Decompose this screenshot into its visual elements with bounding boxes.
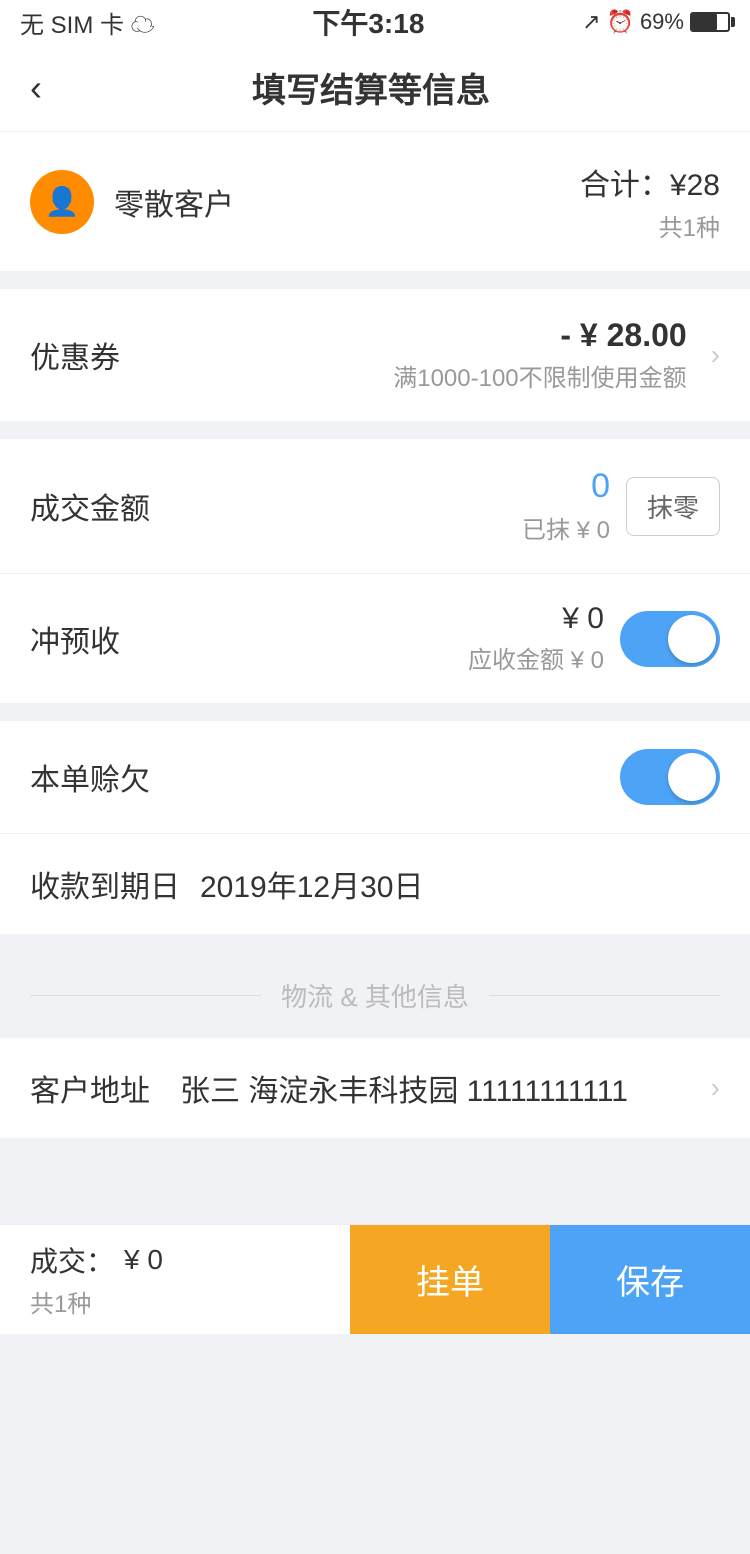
- battery-text: 69%: [640, 9, 684, 35]
- section-divider-5: [0, 1138, 750, 1154]
- coupon-section: 优惠券 - ¥ 28.00 满1000-100不限制使用金额 ›: [0, 289, 750, 421]
- alarm-icon: ⏰: [607, 9, 634, 35]
- customer-left: 👤 零散客户: [30, 170, 234, 234]
- coupon-right: - ¥ 28.00 满1000-100不限制使用金额 ›: [393, 317, 720, 393]
- customer-right: 合计：¥28 共1种: [580, 160, 720, 243]
- customer-name: 零散客户: [114, 180, 234, 224]
- bottom-info: 成交： ¥ 0 共1种: [0, 1225, 350, 1334]
- save-button[interactable]: 保存: [550, 1225, 750, 1334]
- nav-bar: ‹ 填写结算等信息: [0, 44, 750, 132]
- bottom-deal: 成交： ¥ 0: [30, 1240, 320, 1280]
- location-icon: ↗: [582, 9, 600, 35]
- address-right: ›: [703, 1072, 720, 1104]
- deal-amount-value: 0: [591, 467, 610, 505]
- content: 👤 零散客户 合计：¥28 共1种 优惠券 - ¥ 28.00 满1000-10…: [0, 132, 750, 1554]
- page-title: 填写结算等信息: [62, 63, 680, 112]
- coupon-sub: 满1000-100不限制使用金额: [393, 358, 686, 393]
- credit-row: 本单赊欠: [0, 721, 750, 834]
- logistics-line-right: [489, 995, 720, 996]
- deal-amount-row: 成交金额 0 已抹 ¥ 0 抹零: [0, 439, 750, 574]
- logistics-divider: 物流 & 其他信息: [0, 953, 750, 1038]
- address-section[interactable]: 客户地址 张三 海淀永丰科技园 11111111111 ›: [0, 1038, 750, 1138]
- address-value: 张三 海淀永丰科技园 11111111111: [180, 1066, 703, 1110]
- address-chevron-icon: ›: [711, 1072, 720, 1104]
- deal-amount-group: 0 已抹 ¥ 0: [522, 467, 610, 545]
- section-divider-2: [0, 423, 750, 439]
- bottom-deal-label: 成交：: [30, 1240, 114, 1280]
- prepayment-row: 冲预收 ¥ 0 应收金额 ¥ 0: [0, 574, 750, 703]
- bottom-count: 共1种: [30, 1284, 320, 1319]
- deal-amount-label: 成交金额: [30, 484, 150, 528]
- logistics-text: 物流 & 其他信息: [261, 977, 489, 1014]
- prepayment-label: 冲预收: [30, 617, 120, 661]
- section-divider-4: [0, 937, 750, 953]
- person-icon: 👤: [45, 185, 80, 218]
- due-date-row[interactable]: 收款到期日 2019年12月30日: [0, 834, 750, 935]
- coupon-label: 优惠券: [30, 333, 120, 377]
- no-sim-text: 无 SIM 卡 ☁: [20, 5, 155, 40]
- prepayment-right: ¥ 0 应收金额 ¥ 0: [468, 602, 720, 675]
- total-amount: 合计：¥28: [580, 160, 720, 204]
- prepayment-toggle[interactable]: [620, 611, 720, 667]
- section-divider-3: [0, 705, 750, 721]
- credit-toggle[interactable]: [620, 749, 720, 805]
- avatar: 👤: [30, 170, 94, 234]
- customer-section: 👤 零散客户 合计：¥28 共1种: [0, 132, 750, 271]
- credit-toggle-knob: [668, 753, 716, 801]
- bottom-deal-amount: ¥ 0: [124, 1244, 163, 1276]
- status-left: 无 SIM 卡 ☁: [20, 5, 155, 40]
- hang-button[interactable]: 挂单: [350, 1225, 550, 1334]
- status-right: ↗ ⏰ 69%: [582, 9, 730, 35]
- status-bar: 无 SIM 卡 ☁ 下午3:18 ↗ ⏰ 69%: [0, 0, 750, 44]
- coupon-chevron-icon: ›: [711, 339, 720, 371]
- back-button[interactable]: ‹: [30, 57, 62, 119]
- credit-label: 本单赊欠: [30, 755, 150, 799]
- bottom-bar: 成交： ¥ 0 共1种 挂单 保存: [0, 1224, 750, 1334]
- total-count: 共1种: [580, 208, 720, 243]
- prepayment-value: ¥ 0: [468, 602, 604, 636]
- battery-icon: [690, 12, 730, 32]
- due-date-label: 收款到期日: [30, 862, 180, 906]
- address-label: 客户地址: [30, 1066, 150, 1110]
- due-date-value: 2019年12月30日: [200, 862, 423, 906]
- toggle-knob: [668, 615, 716, 663]
- credit-section: 本单赊欠 收款到期日 2019年12月30日: [0, 721, 750, 935]
- logistics-line-left: [30, 995, 261, 996]
- coupon-row[interactable]: 优惠券 - ¥ 28.00 满1000-100不限制使用金额 ›: [0, 289, 750, 421]
- credit-right: [620, 749, 720, 805]
- status-time: 下午3:18: [312, 2, 424, 42]
- round-zero-button[interactable]: 抹零: [626, 477, 720, 536]
- prepayment-group: ¥ 0 应收金额 ¥ 0: [468, 602, 604, 675]
- prepayment-sub: 应收金额 ¥ 0: [468, 640, 604, 675]
- deal-amount-sub: 已抹 ¥ 0: [522, 510, 610, 545]
- coupon-value: - ¥ 28.00: [393, 317, 686, 354]
- coupon-value-group: - ¥ 28.00 满1000-100不限制使用金额: [393, 317, 686, 393]
- deal-amount-right: 0 已抹 ¥ 0 抹零: [522, 467, 720, 545]
- section-divider-1: [0, 273, 750, 289]
- deal-section: 成交金额 0 已抹 ¥ 0 抹零 冲预收 ¥ 0 应收金额 ¥ 0: [0, 439, 750, 703]
